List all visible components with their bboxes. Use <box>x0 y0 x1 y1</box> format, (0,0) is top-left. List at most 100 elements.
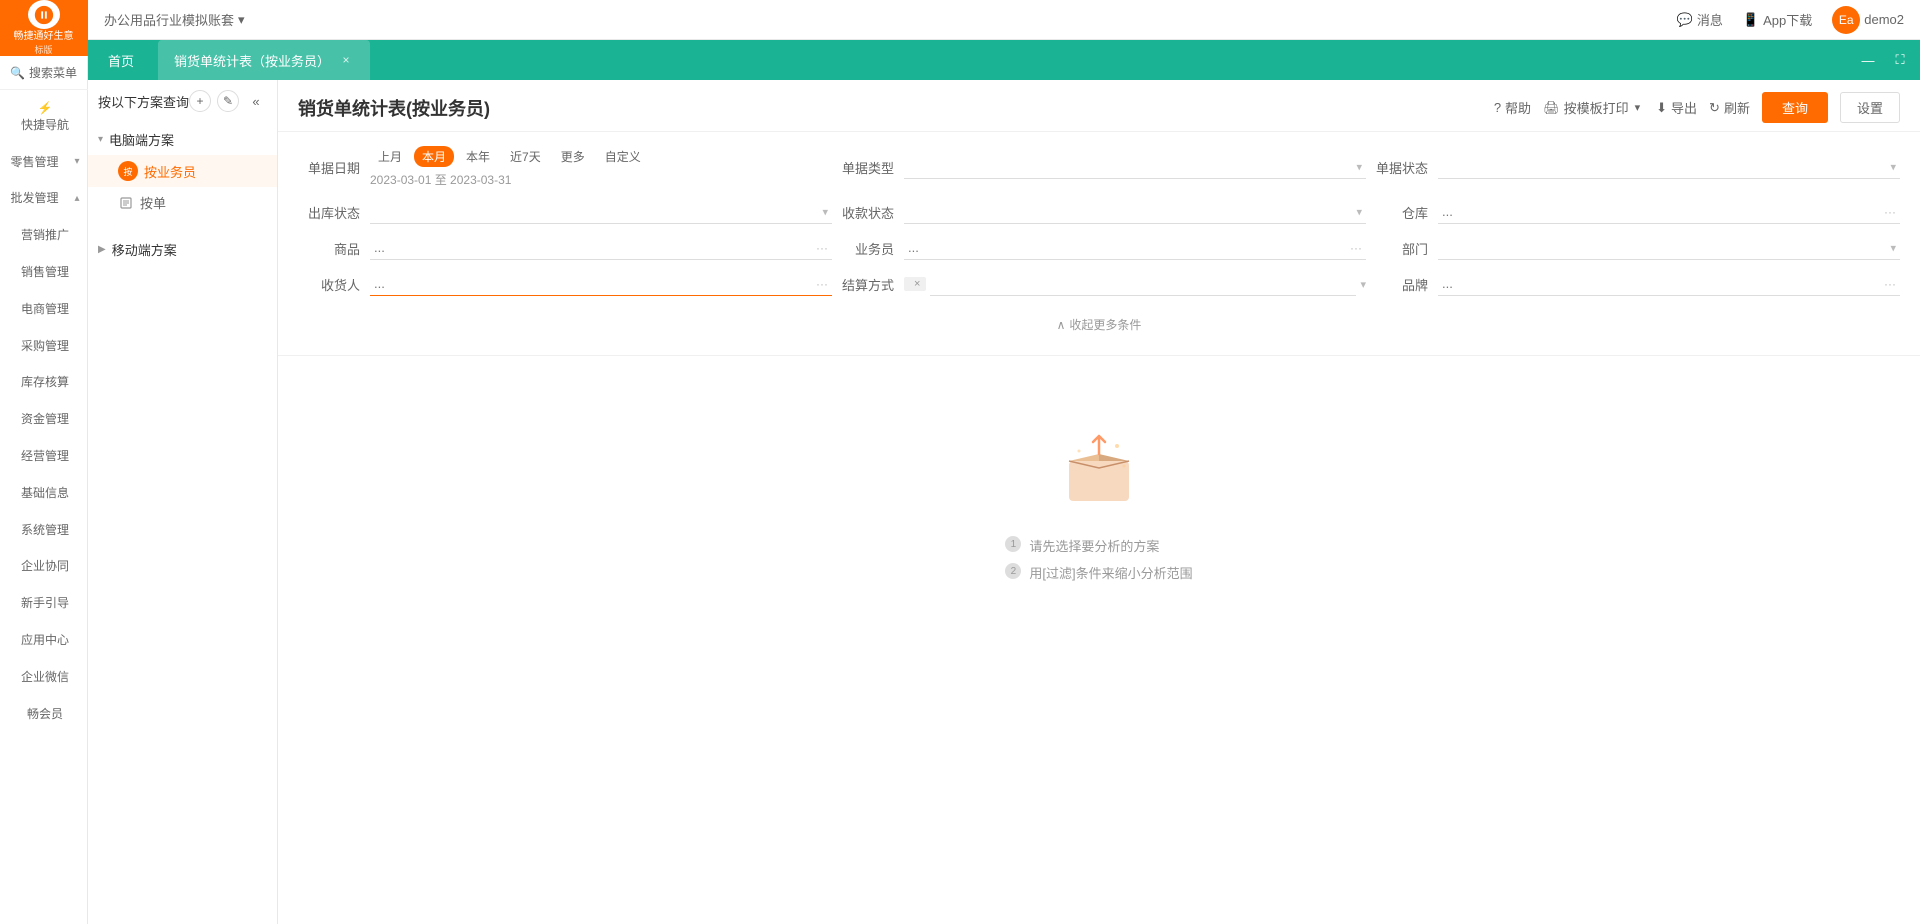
date-tab-7days[interactable]: 近7天 <box>502 146 549 167</box>
filter-field-warehouse: 仓库 ··· <box>1366 200 1900 224</box>
sidebar-item-finance[interactable]: 资金管理 <box>0 401 88 438</box>
date-range-text: 2023-03-01 至 2023-03-31 <box>370 171 832 188</box>
refresh-button[interactable]: ↻ 刷新 <box>1709 98 1750 117</box>
export-button[interactable]: ⬇ 导出 <box>1656 98 1697 117</box>
collapse-more-button[interactable]: ∧ 收起更多条件 <box>298 308 1900 341</box>
paymethod-label: 结算方式 <box>832 275 904 294</box>
edit-icon: ✎ <box>223 94 233 108</box>
filter-row-2: 出库状态 ▾ 收款状态 <box>298 200 1900 224</box>
type-select[interactable] <box>904 155 1366 179</box>
breadcrumb-dropdown[interactable]: 办公用品行业模拟账套 ▾ <box>104 10 245 29</box>
goods-input-wrap: ··· <box>370 236 832 260</box>
logo-text: 畅捷通好生意 <box>14 31 74 43</box>
filter-field-outstatus: 出库状态 ▾ <box>298 200 832 224</box>
outstatus-select[interactable] <box>370 200 832 224</box>
tip-num-1: 1 <box>1005 536 1021 552</box>
warehouse-input[interactable] <box>1438 200 1900 224</box>
tab-maximize-button[interactable]: ⛶ <box>1888 48 1912 72</box>
brand-input[interactable] <box>1438 272 1900 296</box>
warehouse-label: 仓库 <box>1366 203 1438 222</box>
print-button[interactable]: 🖨 按模板打印 <box>1543 98 1629 117</box>
appcenter-label: 应用中心 <box>21 633 69 647</box>
warehouse-suffix: ··· <box>1884 205 1896 219</box>
receiver-input[interactable] <box>370 272 832 296</box>
type-label: 单据类型 <box>832 158 904 177</box>
date-filter-wrap: 上月 本月 本年 近7天 更多 自定义 2023-03-01 至 2023-03… <box>370 146 832 188</box>
tab-home[interactable]: 首页 <box>88 40 154 80</box>
refresh-icon: ↻ <box>1709 100 1720 116</box>
app-download-button[interactable]: 📱 App下载 <box>1743 10 1812 29</box>
sidebar-item-corpwechat[interactable]: 企业微信 <box>0 659 88 696</box>
dept-select[interactable] <box>1438 236 1900 260</box>
left-panel-title: 按以下方案查询 <box>98 92 189 111</box>
tab-minimize-button[interactable]: — <box>1856 48 1880 72</box>
salesman-suffix: ··· <box>1350 241 1362 255</box>
date-tab-more[interactable]: 更多 <box>553 146 593 167</box>
tree-parent-mobile[interactable]: ▶ 移动端方案 <box>88 234 277 265</box>
add-scheme-button[interactable]: + <box>189 90 211 112</box>
user-profile-button[interactable]: Ea demo2 <box>1832 6 1904 34</box>
sidebar-item-member[interactable]: 畅会员 <box>0 696 88 733</box>
date-tab-custom[interactable]: 自定义 <box>597 146 649 167</box>
status-select[interactable] <box>1438 155 1900 179</box>
tree-parent-pc[interactable]: ▾ 电脑端方案 <box>88 124 277 155</box>
query-button[interactable]: 查询 <box>1762 92 1828 123</box>
by-worker-label: 按业务员 <box>144 162 196 181</box>
help-button[interactable]: ? 帮助 <box>1494 98 1531 117</box>
collapse-more-label: 收起更多条件 <box>1069 316 1141 333</box>
empty-state-tips: 1 请先选择要分析的方案 2 用[过滤]条件来缩小分析范围 <box>1005 536 1192 582</box>
tabbar: 首页 销货单统计表（按业务员） × — ⛶ <box>88 40 1920 80</box>
sidebar-item-retail[interactable]: 零售管理 ▾ <box>0 144 88 181</box>
date-tab-lastmonth[interactable]: 上月 <box>370 146 410 167</box>
tab-active[interactable]: 销货单统计表（按业务员） × <box>158 40 370 80</box>
date-tab-thisyear[interactable]: 本年 <box>458 146 498 167</box>
sidebar-item-operations[interactable]: 经营管理 <box>0 438 88 475</box>
outstatus-label: 出库状态 <box>298 203 370 222</box>
logo-icon <box>28 0 60 29</box>
tab-close-button[interactable]: × <box>338 52 354 68</box>
sidebar-item-sales[interactable]: 销售管理 <box>0 254 88 291</box>
edit-scheme-button[interactable]: ✎ <box>217 90 239 112</box>
tree-section-pc: ▾ 电脑端方案 按 按业务员 按单 <box>88 120 277 222</box>
salesman-input[interactable] <box>904 236 1366 260</box>
message-button[interactable]: 💬 消息 <box>1677 10 1723 29</box>
print-dropdown-button[interactable]: ▾ <box>1631 99 1645 116</box>
tip-text-2: 用[过滤]条件来缩小分析范围 <box>1029 563 1192 582</box>
topbar: 办公用品行业模拟账套 ▾ 💬 消息 📱 App下载 Ea demo2 <box>88 0 1920 40</box>
outstatus-select-wrap: ▾ <box>370 200 832 224</box>
settings-button[interactable]: 设置 <box>1840 92 1900 123</box>
paystatus-select[interactable] <box>904 200 1366 224</box>
filter-field-paystatus: 收款状态 ▾ <box>832 200 1366 224</box>
paymethod-remove-button[interactable]: × <box>914 278 920 290</box>
search-menu-item[interactable]: 🔍 搜索菜单 <box>0 56 88 90</box>
purchase-label: 采购管理 <box>21 339 69 353</box>
collapse-panel-button[interactable]: « <box>245 90 267 112</box>
goods-label: 商品 <box>298 239 370 258</box>
tree-child-byorder[interactable]: 按单 <box>88 187 277 218</box>
sidebar-item-wholesale[interactable]: 批发管理 ▴ <box>0 180 88 217</box>
goods-input[interactable] <box>370 236 832 260</box>
sidebar-item-basics[interactable]: 基础信息 <box>0 475 88 512</box>
dept-select-wrap: ▾ <box>1438 236 1900 260</box>
content-area: 按以下方案查询 + ✎ « ▾ 电脑端方案 <box>88 80 1920 924</box>
user-name: demo2 <box>1864 12 1904 27</box>
tree-child-byyworker[interactable]: 按 按业务员 <box>88 155 277 187</box>
paymethod-select[interactable] <box>930 272 1356 296</box>
paymethod-tag[interactable]: × <box>904 277 926 291</box>
sidebar-item-system[interactable]: 系统管理 <box>0 512 88 549</box>
filter-field-dept: 部门 ▾ <box>1366 236 1900 260</box>
sidebar-item-purchase[interactable]: 采购管理 <box>0 328 88 365</box>
sidebar-item-shortcuts[interactable]: ⚡ 快捷导航 <box>0 90 88 144</box>
salesman-input-wrap: ··· <box>904 236 1366 260</box>
sidebar-item-enterprise[interactable]: 企业协同 <box>0 548 88 585</box>
system-label: 系统管理 <box>21 523 69 537</box>
main-wrapper: 办公用品行业模拟账套 ▾ 💬 消息 📱 App下载 Ea demo2 首页 <box>88 0 1920 924</box>
sidebar-item-newuser[interactable]: 新手引导 <box>0 585 88 622</box>
sidebar-item-appcenter[interactable]: 应用中心 <box>0 622 88 659</box>
date-tab-thismonth[interactable]: 本月 <box>414 146 454 167</box>
print-button-wrap: 🖨 按模板打印 ▾ <box>1543 98 1644 117</box>
sidebar-item-ecommerce[interactable]: 电商管理 <box>0 291 88 328</box>
sidebar-item-inventory[interactable]: 库存核算 <box>0 364 88 401</box>
sidebar-item-marketing[interactable]: 营销推广 <box>0 217 88 254</box>
collapse-icon: « <box>252 94 259 109</box>
